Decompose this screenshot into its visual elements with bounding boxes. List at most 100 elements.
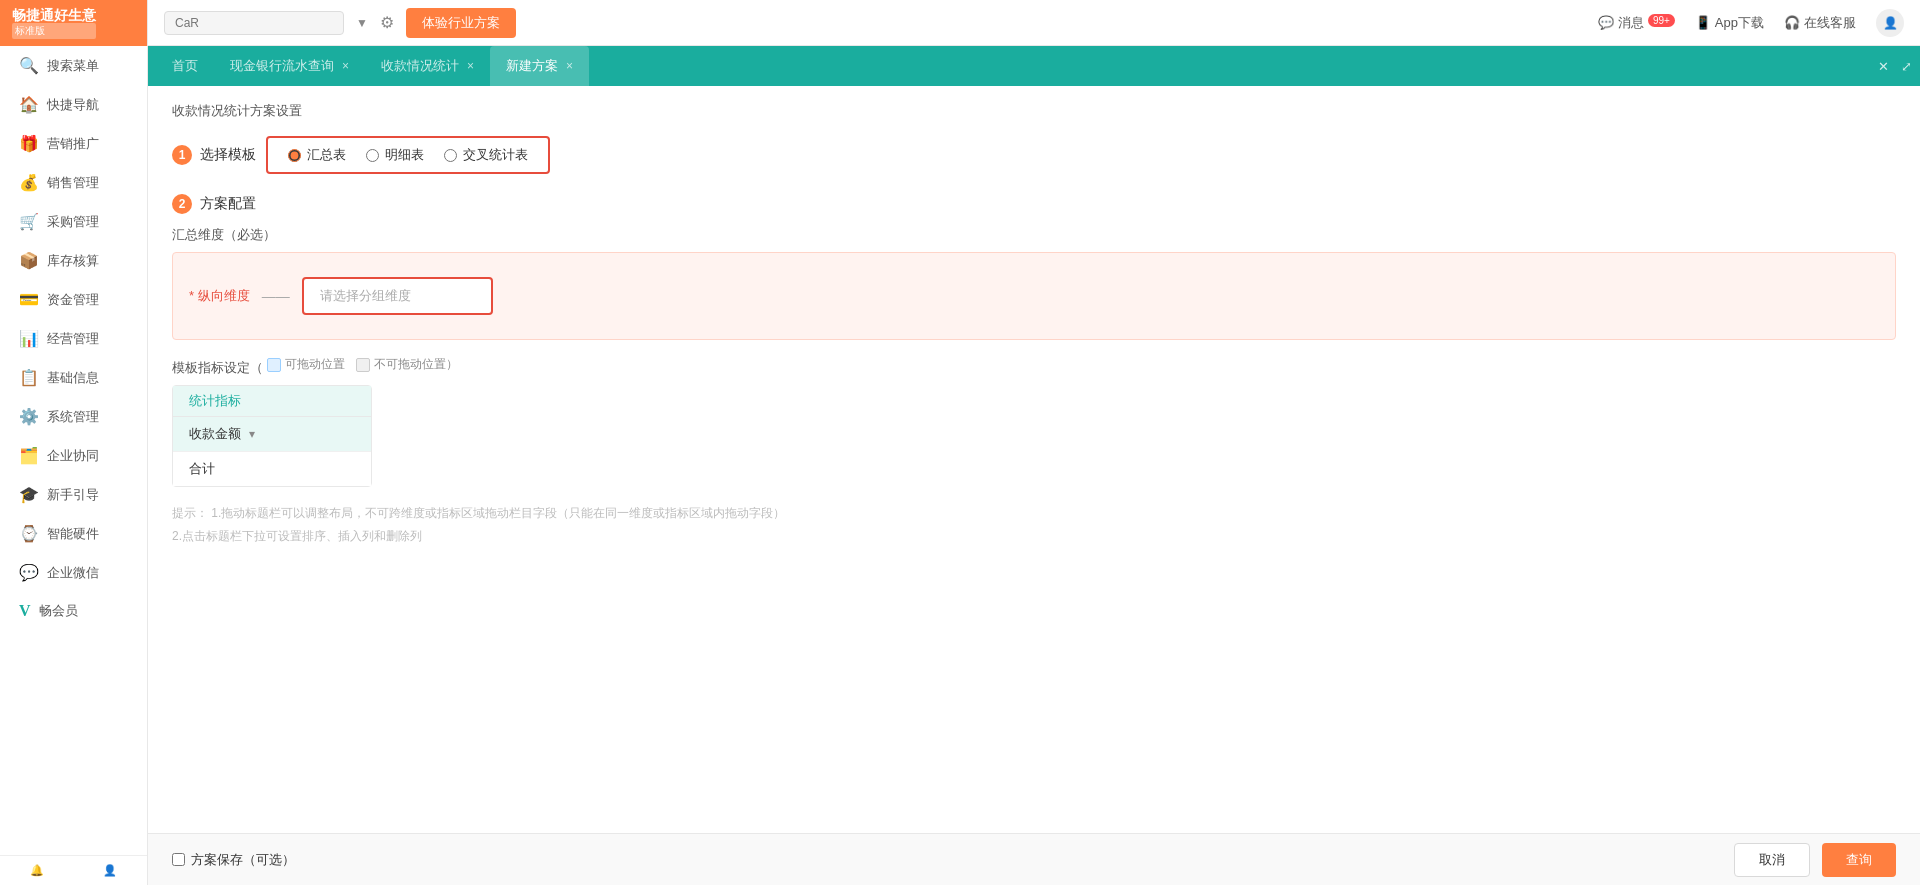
sidebar-item-label: 采购管理 <box>47 213 99 231</box>
sidebar-bottom-btn-right[interactable]: 👤 <box>103 864 117 877</box>
sidebar-item-label: 系统管理 <box>47 408 99 426</box>
sidebar-item-enterprise[interactable]: 🗂️ 企业协同 <box>0 436 147 475</box>
dim-select-box[interactable]: 请选择分组维度 <box>302 277 493 315</box>
sidebar-item-label: 销售管理 <box>47 174 99 192</box>
bottom-bar: 方案保存（可选） 取消 查询 <box>148 833 1920 885</box>
query-button[interactable]: 查询 <box>1822 843 1896 877</box>
section2-title: 方案配置 <box>200 195 256 213</box>
radio-cross[interactable]: 交叉统计表 <box>444 146 528 164</box>
sidebar-bottom: 🔔 👤 <box>0 855 147 885</box>
search-icon: 🔍 <box>19 56 39 75</box>
service-label: 在线客服 <box>1804 14 1856 32</box>
non-draggable-dot <box>356 358 370 372</box>
sidebar-item-funds[interactable]: 💳 资金管理 <box>0 280 147 319</box>
sidebar-item-member[interactable]: V 畅会员 <box>0 592 147 630</box>
tab-new-plan-label: 新建方案 <box>506 57 558 75</box>
folder-icon: 🗂️ <box>19 446 39 465</box>
draggable-label: 可拖动位置 <box>285 356 345 373</box>
download-btn[interactable]: 📱 App下载 <box>1695 14 1764 32</box>
sidebar-item-nav[interactable]: 🏠 快捷导航 <box>0 85 147 124</box>
user-avatar[interactable]: 👤 <box>1876 9 1904 37</box>
sidebar-item-operation[interactable]: 📊 经营管理 <box>0 319 147 358</box>
message-badge: 99+ <box>1648 14 1675 27</box>
dimension-title: 汇总维度（必选） <box>172 226 1896 244</box>
trial-button[interactable]: 体验行业方案 <box>406 8 516 38</box>
box-icon: 📦 <box>19 251 39 270</box>
dim-select-placeholder: 请选择分组维度 <box>320 288 411 303</box>
non-draggable-label: 不可拖动位置） <box>374 356 458 373</box>
tab-cashflow-close[interactable]: × <box>342 59 349 73</box>
message-label: 消息 <box>1618 14 1644 32</box>
tab-maximize-icon[interactable]: ⤢ <box>1901 59 1912 74</box>
sidebar-item-label: 搜索菜单 <box>47 57 99 75</box>
tab-new-plan-close[interactable]: × <box>566 59 573 73</box>
radio-cross-input[interactable] <box>444 149 457 162</box>
cancel-button[interactable]: 取消 <box>1734 843 1810 877</box>
sidebar-item-label: 智能硬件 <box>47 525 99 543</box>
vertical-dim-label: * 纵向维度 <box>189 287 250 305</box>
hint-1: 提示： 1.拖动标题栏可以调整布局，不可跨维度或指标区域拖动栏目字段（只能在同一… <box>172 503 1896 525</box>
top-header: ▼ ⚙ 体验行业方案 💬 消息 99+ 📱 App下载 🎧 在线客服 👤 <box>148 0 1920 46</box>
tab-receipt-close[interactable]: × <box>467 59 474 73</box>
sidebar-item-label: 库存核算 <box>47 252 99 270</box>
tab-receipt[interactable]: 收款情况统计 × <box>365 46 490 86</box>
radio-detail[interactable]: 明细表 <box>366 146 424 164</box>
metrics-group-header: 统计指标 <box>173 386 371 417</box>
graduation-icon: 🎓 <box>19 485 39 504</box>
sidebar-item-sales[interactable]: 💰 销售管理 <box>0 163 147 202</box>
page-content: 收款情况统计方案设置 1 选择模板 汇总表 明细表 <box>148 86 1920 885</box>
radio-summary[interactable]: 汇总表 <box>288 146 346 164</box>
dropdown-icon[interactable]: ▾ <box>249 427 255 441</box>
sidebar-item-search[interactable]: 🔍 搜索菜单 <box>0 46 147 85</box>
sidebar-item-system[interactable]: ⚙️ 系统管理 <box>0 397 147 436</box>
footer-actions: 取消 查询 <box>1734 843 1896 877</box>
message-btn[interactable]: 💬 消息 99+ <box>1598 14 1675 32</box>
sidebar-item-guide[interactable]: 🎓 新手引导 <box>0 475 147 514</box>
save-checkbox[interactable] <box>172 853 185 866</box>
tab-home[interactable]: 首页 <box>156 46 214 86</box>
gift-icon: 🎁 <box>19 134 39 153</box>
logo-sub: 标准版 <box>12 23 96 39</box>
radio-summary-label: 汇总表 <box>307 146 346 164</box>
download-label: App下载 <box>1715 14 1764 32</box>
content-wrapper: 收款情况统计方案设置 1 选择模板 汇总表 明细表 <box>148 86 1920 833</box>
tab-cashflow[interactable]: 现金银行流水查询 × <box>214 46 365 86</box>
page-title: 收款情况统计方案设置 <box>172 102 1896 120</box>
save-checkbox-label[interactable]: 方案保存（可选） <box>172 851 295 869</box>
cart-icon: 🛒 <box>19 212 39 231</box>
sidebar-item-label: 资金管理 <box>47 291 99 309</box>
radio-group: 汇总表 明细表 交叉统计表 <box>288 146 528 164</box>
sidebar-item-weixin[interactable]: 💬 企业微信 <box>0 553 147 592</box>
legend-draggable: 可拖动位置 <box>267 356 345 373</box>
breadcrumb-input[interactable] <box>164 11 344 35</box>
tab-receipt-label: 收款情况统计 <box>381 57 459 75</box>
settings-icon[interactable]: ⚙ <box>380 13 394 32</box>
sidebar-bottom-btn-left[interactable]: 🔔 <box>30 864 44 877</box>
tab-close-all-icon[interactable]: ✕ <box>1878 59 1889 74</box>
metrics-title: 模板指标设定（ 可拖动位置 不可拖动位置） <box>172 356 458 377</box>
watch-icon: ⌚ <box>19 524 39 543</box>
sidebar-item-marketing[interactable]: 🎁 营销推广 <box>0 124 147 163</box>
member-icon: V <box>19 602 31 620</box>
sidebar-item-label: 畅会员 <box>39 602 78 620</box>
radio-summary-input[interactable] <box>288 149 301 162</box>
sidebar-item-hardware[interactable]: ⌚ 智能硬件 <box>0 514 147 553</box>
section1-row: 1 选择模板 汇总表 明细表 <box>172 136 1896 174</box>
sidebar-item-inventory[interactable]: 📦 库存核算 <box>0 241 147 280</box>
download-icon: 📱 <box>1695 15 1711 30</box>
draggable-dot <box>267 358 281 372</box>
section1-num: 1 <box>172 145 192 165</box>
radio-detail-input[interactable] <box>366 149 379 162</box>
service-icon: 🎧 <box>1784 15 1800 30</box>
chevron-down-icon[interactable]: ▼ <box>356 16 368 30</box>
section2-header: 2 方案配置 <box>172 194 1896 214</box>
sidebar-item-purchase[interactable]: 🛒 采购管理 <box>0 202 147 241</box>
sidebar-item-basic[interactable]: 📋 基础信息 <box>0 358 147 397</box>
tab-bar-actions: ✕ ⤢ <box>1878 59 1912 74</box>
tab-home-label: 首页 <box>172 57 198 75</box>
dimension-area: * 纵向维度 —— 请选择分组维度 <box>172 252 1896 340</box>
sidebar-item-label: 企业协同 <box>47 447 99 465</box>
radio-detail-label: 明细表 <box>385 146 424 164</box>
service-btn[interactable]: 🎧 在线客服 <box>1784 14 1856 32</box>
tab-new-plan[interactable]: 新建方案 × <box>490 46 589 86</box>
